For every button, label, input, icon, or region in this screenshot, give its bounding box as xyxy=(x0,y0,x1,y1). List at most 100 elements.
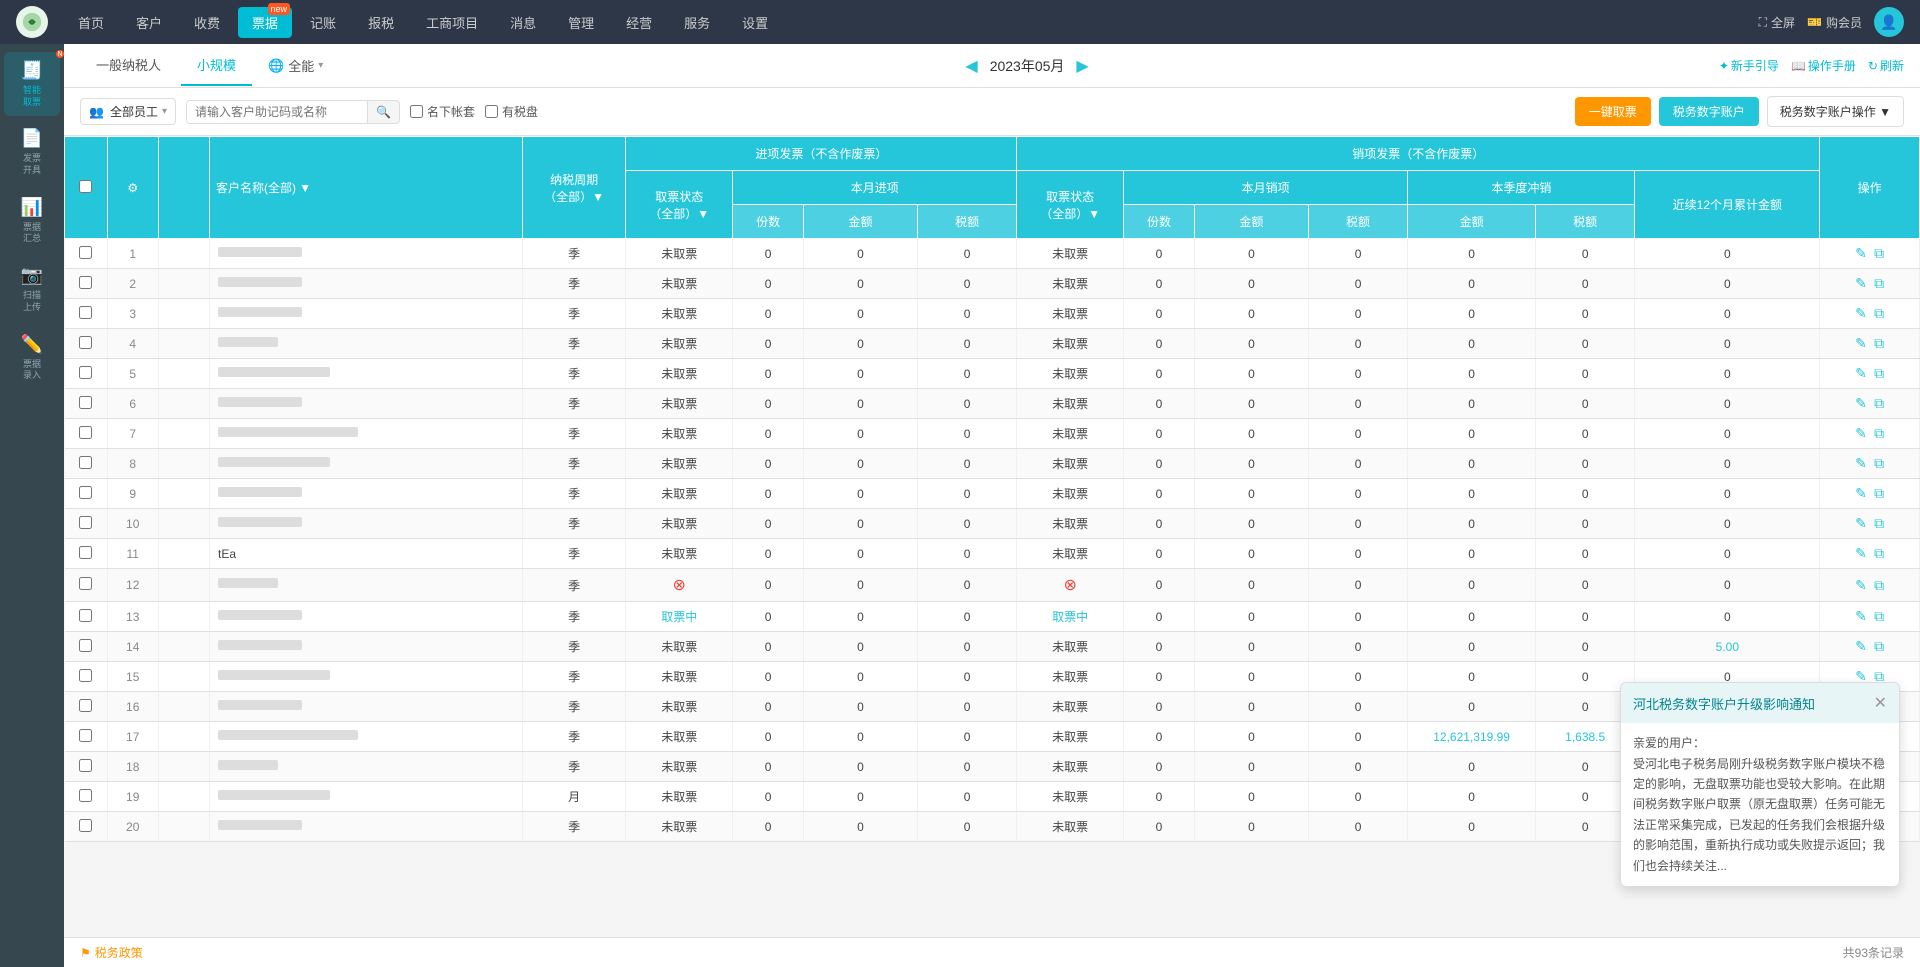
row-cq-amount-cell[interactable]: 12,621,319.99 xyxy=(1408,722,1536,752)
search-input[interactable] xyxy=(187,101,367,123)
tab-general-taxpayer[interactable]: 一般纳税人 xyxy=(80,45,177,86)
row-in-status-cell[interactable]: 未取票 xyxy=(626,662,733,692)
row-cq-amount-cell[interactable]: 0 xyxy=(1408,812,1536,842)
row-checkbox-cell[interactable] xyxy=(65,479,108,509)
row-twelve-month-cell[interactable]: 0 xyxy=(1635,479,1820,509)
row-cq-amount-cell[interactable]: 0 xyxy=(1408,299,1536,329)
row-twelve-month-cell[interactable]: 0 xyxy=(1635,569,1820,602)
row-cq-amount-cell[interactable]: 0 xyxy=(1408,632,1536,662)
row-in-status-cell[interactable]: 未取票 xyxy=(626,812,733,842)
row-checkbox[interactable] xyxy=(79,486,92,499)
edit-icon[interactable]: ✎ xyxy=(1855,545,1867,561)
member-btn[interactable]: 🎫 购会员 xyxy=(1807,14,1862,31)
row-checkbox-cell[interactable] xyxy=(65,329,108,359)
tax-ops-dropdown-btn[interactable]: 税务数字账户操作 ▼ xyxy=(1767,96,1904,127)
row-checkbox-cell[interactable] xyxy=(65,299,108,329)
edit-icon[interactable]: ✎ xyxy=(1855,515,1867,531)
cq-amount-value[interactable]: 12,621,319.99 xyxy=(1433,730,1510,744)
one-click-ticket-btn[interactable]: 一键取票 xyxy=(1575,97,1651,126)
copy-icon[interactable]: ⧉ xyxy=(1874,515,1884,531)
col-header-settings[interactable]: ⚙ xyxy=(107,137,158,239)
row-in-status-cell[interactable]: 未取票 xyxy=(626,299,733,329)
edit-icon[interactable]: ✎ xyxy=(1855,275,1867,291)
edit-icon[interactable]: ✎ xyxy=(1855,577,1867,593)
edit-icon[interactable]: ✎ xyxy=(1855,335,1867,351)
under-account-checkbox-label[interactable]: 名下帐套 xyxy=(410,103,475,120)
row-cq-amount-cell[interactable]: 0 xyxy=(1408,479,1536,509)
twelve-month-value[interactable]: 5.00 xyxy=(1716,640,1739,654)
row-checkbox-cell[interactable] xyxy=(65,449,108,479)
sidebar-item-summary[interactable]: 📊 票据汇总 xyxy=(4,189,60,253)
copy-icon[interactable]: ⧉ xyxy=(1874,638,1884,654)
row-out-status-cell[interactable]: 未取票 xyxy=(1017,359,1124,389)
col-header-checkbox[interactable] xyxy=(65,137,108,239)
row-out-status-cell[interactable]: 未取票 xyxy=(1017,539,1124,569)
edit-icon[interactable]: ✎ xyxy=(1855,365,1867,381)
row-in-status-cell[interactable]: 未取票 xyxy=(626,782,733,812)
copy-icon[interactable]: ⧉ xyxy=(1874,577,1884,593)
row-twelve-month-cell[interactable]: 0 xyxy=(1635,389,1820,419)
row-twelve-month-cell[interactable]: 0 xyxy=(1635,419,1820,449)
row-checkbox[interactable] xyxy=(79,516,92,529)
row-out-status-cell[interactable]: 未取票 xyxy=(1017,329,1124,359)
row-twelve-month-cell[interactable]: 0 xyxy=(1635,509,1820,539)
nav-client[interactable]: 客户 xyxy=(122,7,176,38)
row-cq-amount-cell[interactable]: 0 xyxy=(1408,782,1536,812)
row-checkbox-cell[interactable] xyxy=(65,632,108,662)
row-checkbox-cell[interactable] xyxy=(65,569,108,602)
row-checkbox[interactable] xyxy=(79,639,92,652)
row-checkbox-cell[interactable] xyxy=(65,389,108,419)
row-checkbox-cell[interactable] xyxy=(65,539,108,569)
row-out-status-cell[interactable]: 未取票 xyxy=(1017,509,1124,539)
row-checkbox[interactable] xyxy=(79,577,92,590)
copy-icon[interactable]: ⧉ xyxy=(1874,365,1884,381)
copy-icon[interactable]: ⧉ xyxy=(1874,455,1884,471)
nav-accounting[interactable]: 记账 xyxy=(296,7,350,38)
nav-message[interactable]: 消息 xyxy=(496,7,550,38)
row-checkbox-cell[interactable] xyxy=(65,752,108,782)
sidebar-item-entry[interactable]: ✏️ 票据录入 xyxy=(4,326,60,390)
row-cq-amount-cell[interactable]: 0 xyxy=(1408,329,1536,359)
edit-icon[interactable]: ✎ xyxy=(1855,638,1867,654)
copy-icon[interactable]: ⧉ xyxy=(1874,545,1884,561)
row-checkbox[interactable] xyxy=(79,456,92,469)
row-checkbox-cell[interactable] xyxy=(65,359,108,389)
row-checkbox[interactable] xyxy=(79,669,92,682)
has-tax-checkbox-label[interactable]: 有税盘 xyxy=(485,103,538,120)
edit-icon[interactable]: ✎ xyxy=(1855,425,1867,441)
col-header-out-fetch-status[interactable]: 取票状态（全部）▼ xyxy=(1017,171,1124,239)
row-checkbox-cell[interactable] xyxy=(65,269,108,299)
row-checkbox-cell[interactable] xyxy=(65,509,108,539)
row-twelve-month-cell[interactable]: 0 xyxy=(1635,269,1820,299)
edit-icon[interactable]: ✎ xyxy=(1855,245,1867,261)
nav-operation[interactable]: 经营 xyxy=(612,7,666,38)
tab-small-scale[interactable]: 小规模 xyxy=(181,45,252,86)
row-cq-amount-cell[interactable]: 0 xyxy=(1408,662,1536,692)
row-checkbox-cell[interactable] xyxy=(65,812,108,842)
row-cq-amount-cell[interactable]: 0 xyxy=(1408,239,1536,269)
row-twelve-month-cell[interactable]: 0 xyxy=(1635,449,1820,479)
col-header-in-fetch-status[interactable]: 取票状态（全部）▼ xyxy=(626,171,733,239)
edit-icon[interactable]: ✎ xyxy=(1855,608,1867,624)
row-in-status-cell[interactable]: 未取票 xyxy=(626,239,733,269)
copy-icon[interactable]: ⧉ xyxy=(1874,245,1884,261)
row-checkbox-cell[interactable] xyxy=(65,692,108,722)
row-in-status-cell[interactable]: 未取票 xyxy=(626,539,733,569)
sidebar-item-scan[interactable]: 📷 扫描上传 xyxy=(4,257,60,321)
row-out-status-cell[interactable]: 未取票 xyxy=(1017,419,1124,449)
sidebar-item-invoice-issue[interactable]: 📄 发票开具 xyxy=(4,120,60,184)
copy-icon[interactable]: ⧉ xyxy=(1874,485,1884,501)
nav-service[interactable]: 服务 xyxy=(670,7,724,38)
row-checkbox[interactable] xyxy=(79,396,92,409)
copy-icon[interactable]: ⧉ xyxy=(1874,275,1884,291)
row-in-status-cell[interactable]: 未取票 xyxy=(626,359,733,389)
row-in-status-cell[interactable]: 未取票 xyxy=(626,632,733,662)
row-out-status-cell[interactable]: 取票中 xyxy=(1017,602,1124,632)
row-out-status-cell[interactable]: 未取票 xyxy=(1017,449,1124,479)
row-cq-amount-cell[interactable]: 0 xyxy=(1408,509,1536,539)
row-cq-amount-cell[interactable]: 0 xyxy=(1408,419,1536,449)
row-cq-amount-cell[interactable]: 0 xyxy=(1408,269,1536,299)
row-in-status-cell[interactable]: 未取票 xyxy=(626,269,733,299)
row-checkbox[interactable] xyxy=(79,819,92,832)
row-in-status-cell[interactable]: 未取票 xyxy=(626,449,733,479)
